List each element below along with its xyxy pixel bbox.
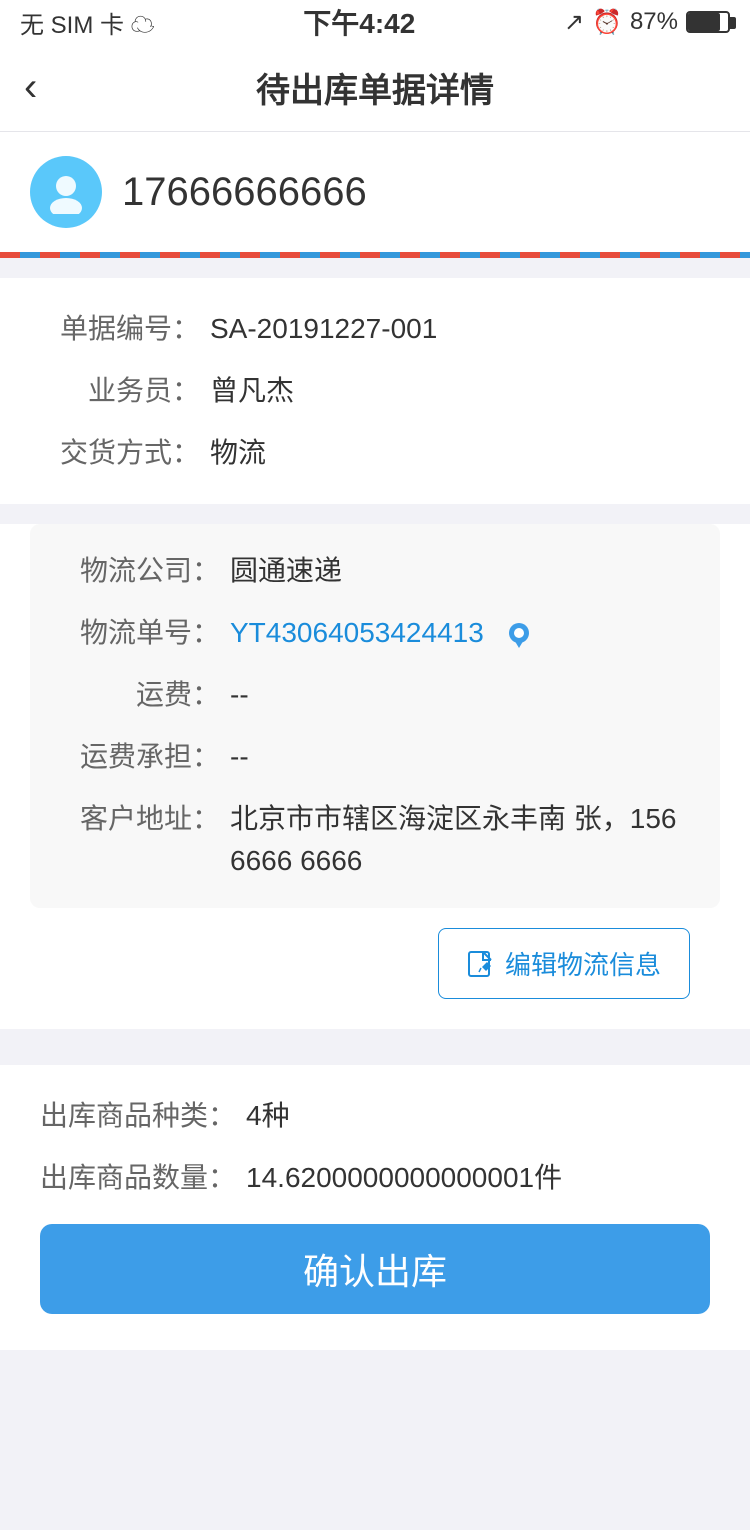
confirm-button-label: 确认出库 <box>303 1243 447 1295</box>
salesperson-value: 曾凡杰 <box>200 370 710 412</box>
location-map-icon[interactable] <box>502 618 536 652</box>
sim-status: 无 SIM 卡 ☁ <box>20 5 155 40</box>
logistics-company-label: 物流公司： <box>60 550 220 592</box>
logistics-company-value: 圆通速递 <box>220 550 690 592</box>
edit-logistics-area: 编辑物流信息 <box>30 928 720 1029</box>
user-header: 17666666666 <box>0 132 750 252</box>
dashed-divider <box>0 252 750 258</box>
basic-info-section: 单据编号： SA-20191227-001 业务员： 曾凡杰 交货方式： 物流 <box>0 278 750 504</box>
goods-types-label: 出库商品种类： <box>40 1095 236 1137</box>
edit-logistics-button[interactable]: 编辑物流信息 <box>438 928 690 999</box>
status-bar: 无 SIM 卡 ☁ 下午4:42 ↗ ⏰ 87% <box>0 0 750 44</box>
goods-quantity-value: 14.6200000000000001件 <box>236 1157 710 1199</box>
doc-number-value: SA-20191227-001 <box>200 308 710 350</box>
logistics-outer: 物流公司： 圆通速递 物流单号： YT43064053424413 运费： --… <box>0 524 750 1029</box>
tracking-label: 物流单号： <box>60 612 220 654</box>
edit-logistics-label: 编辑物流信息 <box>505 945 661 982</box>
goods-quantity-row: 出库商品数量： 14.6200000000000001件 <box>40 1157 710 1199</box>
doc-number-label: 单据编号： <box>40 308 200 350</box>
tracking-row: 物流单号： YT43064053424413 <box>60 612 690 654</box>
salesperson-row: 业务员： 曾凡杰 <box>40 370 710 412</box>
battery-icon <box>686 11 730 33</box>
freight-bearer-label: 运费承担： <box>60 736 220 778</box>
freight-bearer-value: -- <box>220 736 690 778</box>
freight-value: -- <box>220 674 690 716</box>
status-left: 无 SIM 卡 ☁ <box>20 5 155 40</box>
freight-bearer-row: 运费承担： -- <box>60 736 690 778</box>
battery-level: 87% <box>630 8 678 36</box>
logistics-company-row: 物流公司： 圆通速递 <box>60 550 690 592</box>
avatar <box>30 156 102 228</box>
freight-row: 运费： -- <box>60 674 690 716</box>
address-label: 客户地址： <box>60 798 220 840</box>
bottom-spacer <box>0 1350 750 1530</box>
user-phone: 17666666666 <box>122 170 367 215</box>
confirm-outbound-button[interactable]: 确认出库 <box>40 1224 710 1314</box>
freight-label: 运费： <box>60 674 220 716</box>
back-button[interactable]: ‹ <box>24 65 37 110</box>
nav-bar: ‹ 待出库单据详情 <box>0 44 750 132</box>
status-time: 下午4:42 <box>303 2 415 42</box>
doc-number-row: 单据编号： SA-20191227-001 <box>40 308 710 350</box>
confirm-bar: 确认出库 <box>0 1204 750 1334</box>
logistics-card: 物流公司： 圆通速递 物流单号： YT43064053424413 运费： --… <box>30 524 720 908</box>
page-title: 待出库单据详情 <box>256 63 494 112</box>
location-icon: ↗ <box>564 8 584 37</box>
goods-types-value: 4种 <box>236 1095 710 1137</box>
section-divider <box>0 1029 750 1045</box>
delivery-method-value: 物流 <box>200 432 710 474</box>
edit-icon <box>467 950 495 978</box>
salesperson-label: 业务员： <box>40 370 200 412</box>
delivery-method-row: 交货方式： 物流 <box>40 432 710 474</box>
delivery-method-label: 交货方式： <box>40 432 200 474</box>
status-right: ↗ ⏰ 87% <box>564 8 730 37</box>
address-row: 客户地址： 北京市市辖区海淀区永丰南 张，156 6666 6666 <box>60 798 690 882</box>
alarm-icon: ⏰ <box>592 8 622 37</box>
goods-types-row: 出库商品种类： 4种 <box>40 1095 710 1137</box>
tracking-value: YT43064053424413 <box>220 612 690 654</box>
goods-quantity-label: 出库商品数量： <box>40 1157 236 1199</box>
address-value: 北京市市辖区海淀区永丰南 张，156 6666 6666 <box>220 798 690 882</box>
